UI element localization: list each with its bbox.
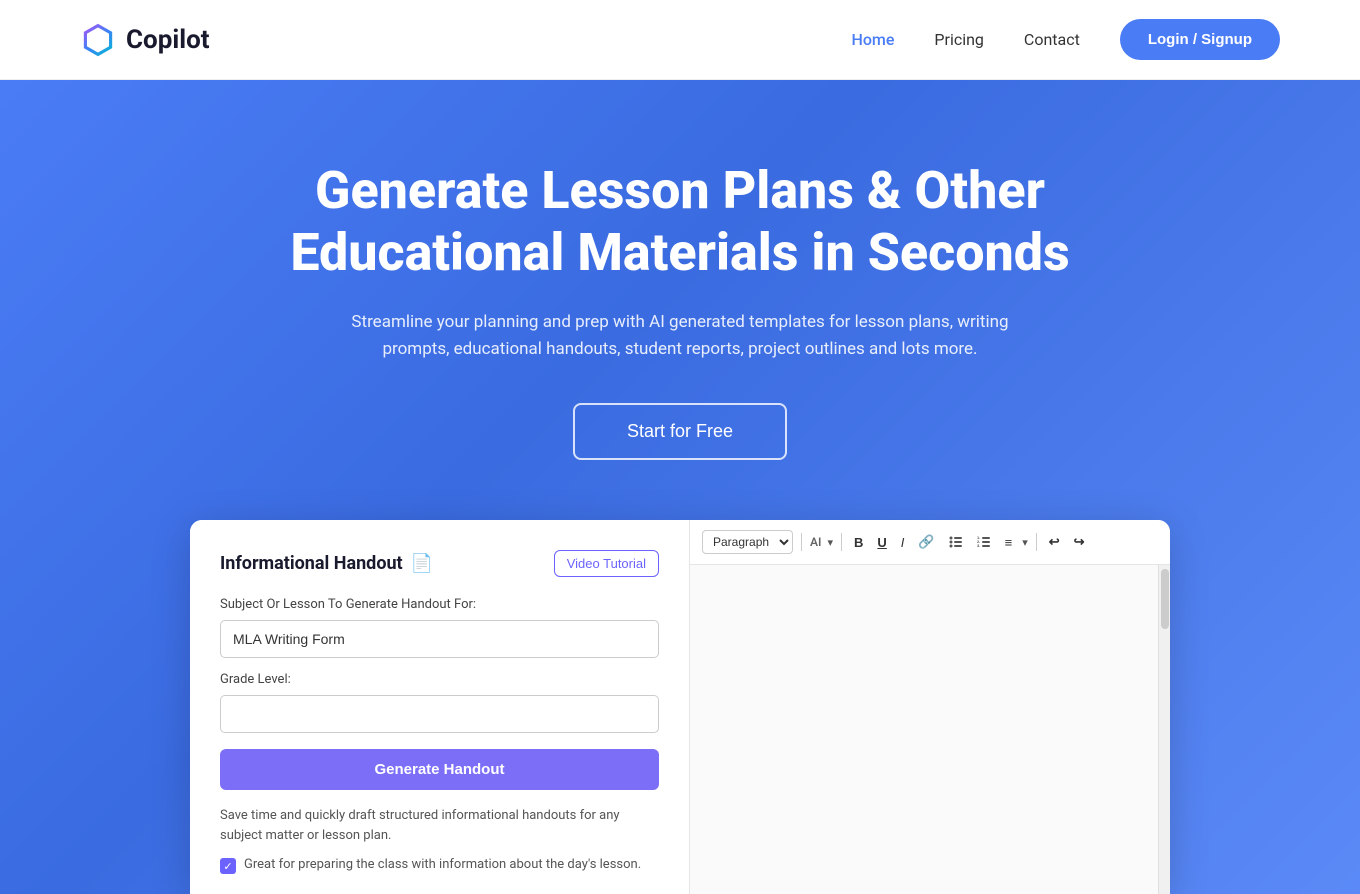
svg-text:3.: 3. [977,543,980,548]
editor-scrollbar[interactable] [1158,565,1170,894]
feature-checkbox-row: Great for preparing the class with infor… [220,857,659,874]
subject-input[interactable] [220,620,659,658]
mockup-description: Save time and quickly draft structured i… [220,806,659,845]
login-signup-button[interactable]: Login / Signup [1120,19,1280,60]
bullet-list-button[interactable] [945,532,967,553]
nav-pricing[interactable]: Pricing [934,30,984,49]
subject-label: Subject Or Lesson To Generate Handout Fo… [220,597,659,612]
paragraph-select[interactable]: Paragraph [702,530,793,554]
numbered-list-button[interactable]: 1.2.3. [973,532,995,553]
bold-button[interactable]: B [850,533,867,552]
hero-title: Generate Lesson Plans & Other Educationa… [250,160,1110,285]
checkbox-label: Great for preparing the class with infor… [244,857,641,872]
scrollbar-thumb[interactable] [1161,569,1169,629]
mockup-form-panel: Informational Handout 📄 Video Tutorial S… [190,520,690,894]
doc-icon: 📄 [411,553,433,574]
generate-handout-button[interactable]: Generate Handout [220,749,659,790]
toolbar-separator-3 [1036,533,1037,551]
nav-home[interactable]: Home [851,30,894,49]
ai-label: AI [810,535,821,549]
align-button[interactable]: ≡ [1001,533,1017,552]
mockup-title: Informational Handout 📄 [220,553,433,574]
logo-text: Copilot [126,25,210,55]
editor-toolbar: Paragraph AI ▾ B U I 🔗 1.2.3. ≡ ▾ [690,520,1170,565]
align-chevron-icon: ▾ [1022,536,1028,549]
handout-title-text: Informational Handout [220,553,403,574]
editor-body[interactable] [690,565,1158,894]
grade-label: Grade Level: [220,672,659,687]
link-button[interactable]: 🔗 [914,532,938,552]
grade-input[interactable] [220,695,659,733]
video-tutorial-button[interactable]: Video Tutorial [554,550,659,577]
logo-area: Copilot [80,22,210,58]
mockup-editor-panel: Paragraph AI ▾ B U I 🔗 1.2.3. ≡ ▾ [690,520,1170,894]
copilot-logo-icon [80,22,116,58]
italic-button[interactable]: I [897,533,909,552]
underline-button[interactable]: U [873,533,890,552]
toolbar-separator-2 [841,533,842,551]
main-nav: Home Pricing Contact Login / Signup [851,19,1280,60]
toolbar-separator-1 [801,533,802,551]
app-mockup: Informational Handout 📄 Video Tutorial S… [190,520,1170,894]
undo-button[interactable]: ↩ [1045,532,1064,552]
hero-subtitle: Streamline your planning and prep with A… [320,309,1040,363]
redo-button[interactable]: ↪ [1070,532,1089,552]
hero-section: Generate Lesson Plans & Other Educationa… [0,80,1360,894]
mockup-header-row: Informational Handout 📄 Video Tutorial [220,550,659,577]
ai-chevron-icon: ▾ [827,536,833,549]
nav-contact[interactable]: Contact [1024,30,1080,49]
start-for-free-button[interactable]: Start for Free [573,403,787,460]
checkbox-checked-icon [220,858,236,874]
header: Copilot Home Pricing Contact Login / Sig… [0,0,1360,80]
